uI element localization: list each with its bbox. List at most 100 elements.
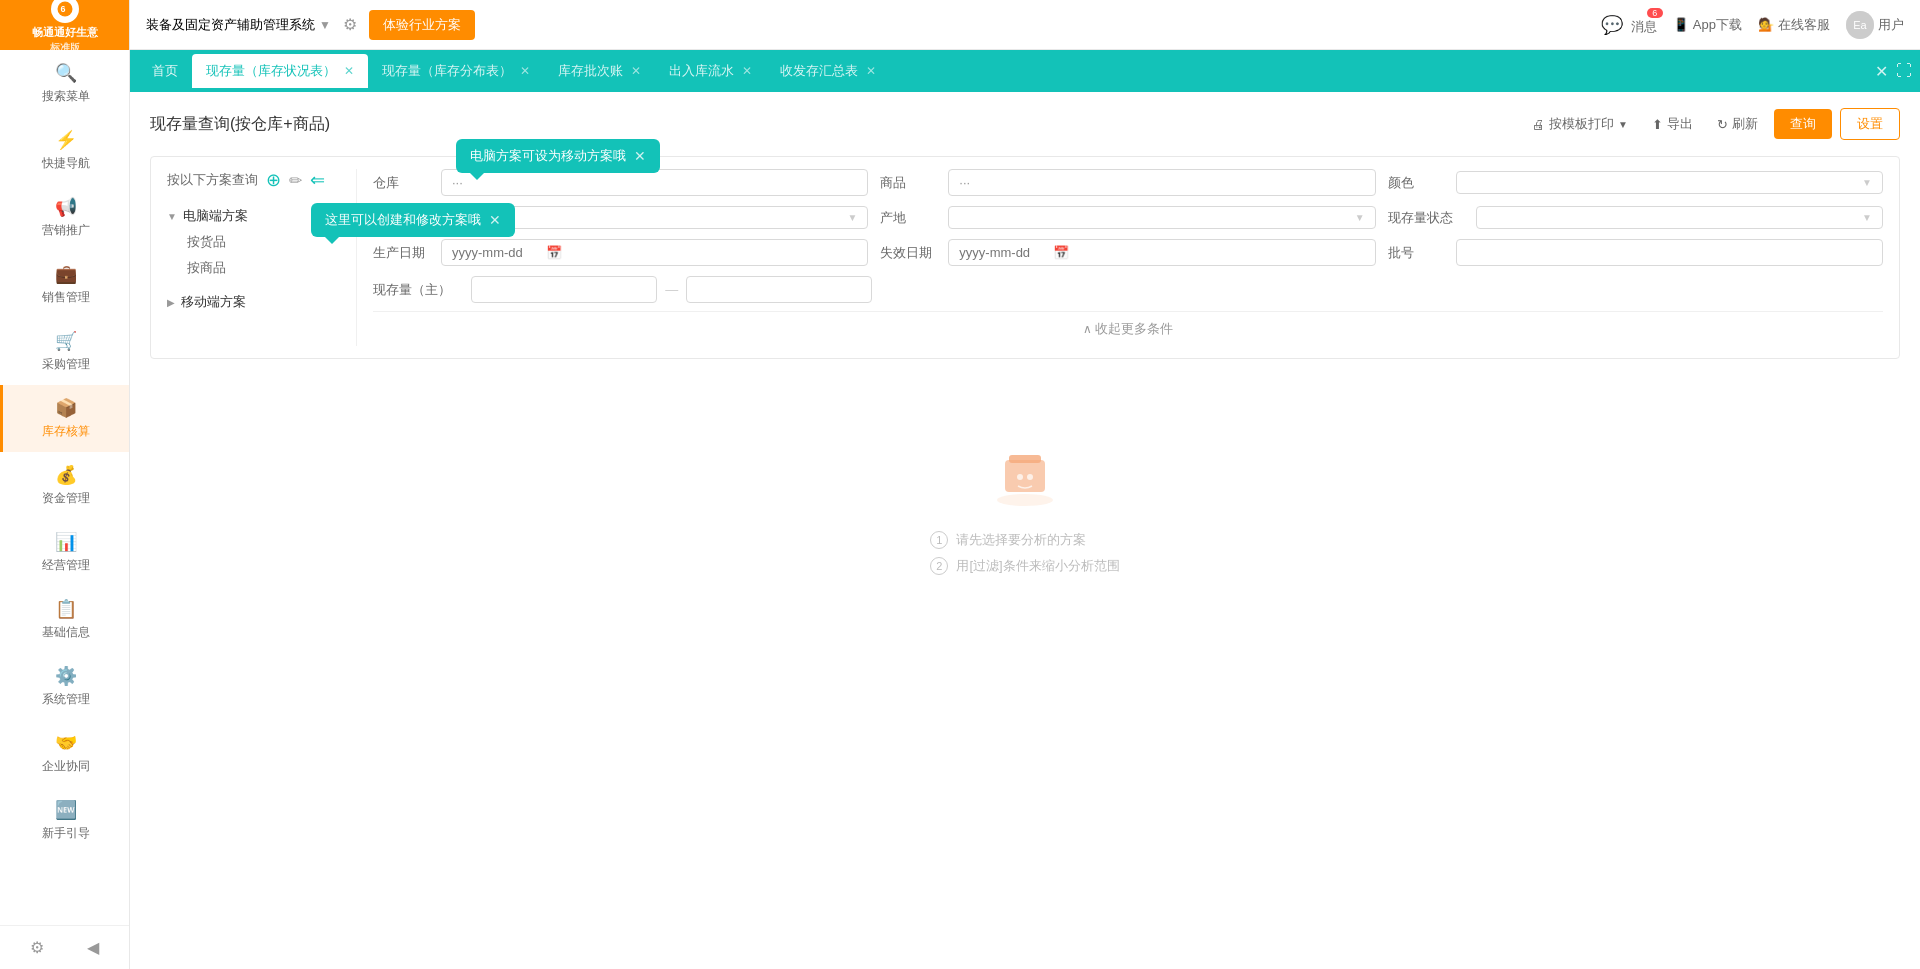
user-menu[interactable]: Ea 用户 <box>1846 11 1904 39</box>
filter-row-4: 现存量（主） — <box>373 276 1883 303</box>
tooltip-close-btn-2[interactable]: ✕ <box>489 212 501 228</box>
filter-field-warehouse: 仓库 ··· <box>373 169 868 196</box>
svg-point-6 <box>1027 474 1033 480</box>
production-date-input[interactable] <box>452 245 542 260</box>
tab-label: 现存量（库存分布表） <box>382 62 512 80</box>
tab-inventory-status[interactable]: 现存量（库存状况表） ✕ <box>192 54 368 88</box>
system-title-dropdown[interactable]: 装备及固定资产辅助管理系统 ▼ <box>146 16 331 34</box>
tab-close-icon[interactable]: ✕ <box>344 64 354 78</box>
sidebar-item-label: 系统管理 <box>42 691 90 708</box>
sidebar-item-inventory[interactable]: 📦 库存核算 <box>0 385 129 452</box>
online-service-btn[interactable]: 💁 在线客服 <box>1758 16 1830 34</box>
range-separator: — <box>665 282 678 297</box>
sidebar-item-label: 企业协同 <box>42 758 90 775</box>
sidebar-item-label: 销售管理 <box>42 289 90 306</box>
tab-inventory-dist[interactable]: 现存量（库存分布表） ✕ <box>368 54 544 88</box>
sidebar-logo: 6 畅通通好生意 标准版 <box>0 0 129 50</box>
svg-text:6: 6 <box>60 4 65 14</box>
sidebar-item-label: 快捷导航 <box>42 155 90 172</box>
sidebar-item-guide[interactable]: 🆕 新手引导 <box>0 787 129 854</box>
sidebar-item-marketing[interactable]: 📢 营销推广 <box>0 184 129 251</box>
warehouse-select[interactable]: ··· <box>441 169 868 196</box>
sidebar-item-sales[interactable]: 💼 销售管理 <box>0 251 129 318</box>
tab-close-icon[interactable]: ✕ <box>742 64 752 78</box>
sidebar-footer: ⚙ ◀ <box>0 925 129 969</box>
collapse-sidebar-icon[interactable]: ◀ <box>87 938 99 957</box>
trial-button[interactable]: 体验行业方案 <box>369 10 475 40</box>
settings-footer-icon[interactable]: ⚙ <box>30 938 44 957</box>
sidebar-item-operations[interactable]: 📊 经营管理 <box>0 519 129 586</box>
marketing-icon: 📢 <box>55 196 77 218</box>
app-download-btn[interactable]: 📱 App下载 <box>1673 16 1742 34</box>
sidebar-item-enterprise[interactable]: 🤝 企业协同 <box>0 720 129 787</box>
empty-step-2: 2 用[过滤]条件来缩小分析范围 <box>930 553 1119 579</box>
settings-icon[interactable]: ⚙ <box>343 15 357 34</box>
sidebar-item-basics[interactable]: 📋 基础信息 <box>0 586 129 653</box>
sidebar-item-quicknav[interactable]: ⚡ 快捷导航 <box>0 117 129 184</box>
status-chevron-icon: ▼ <box>1862 212 1872 223</box>
service-icon: 💁 <box>1758 17 1774 32</box>
product-select[interactable]: ··· <box>948 169 1375 196</box>
tab-home[interactable]: 首页 <box>138 54 192 88</box>
sidebar-item-purchase[interactable]: 🛒 采购管理 <box>0 318 129 385</box>
reset-button[interactable]: 设置 <box>1840 108 1900 140</box>
scheme-group-mobile-title[interactable]: ▶ 移动端方案 <box>167 289 344 315</box>
color-select[interactable]: ▼ <box>1456 171 1883 194</box>
step-1-label: 请先选择要分析的方案 <box>956 527 1086 553</box>
online-service-label: 在线客服 <box>1778 16 1830 34</box>
user-avatar: Ea <box>1846 11 1874 39</box>
collapse-bar[interactable]: ∧ 收起更多条件 <box>373 311 1883 346</box>
tab-receive-send[interactable]: 收发存汇总表 ✕ <box>766 54 890 88</box>
color-chevron-icon: ▼ <box>1862 177 1872 188</box>
sidebar-item-label: 资金管理 <box>42 490 90 507</box>
batch-input[interactable] <box>1456 239 1883 266</box>
tooltip-text-2: 这里可以创建和修改方案哦 <box>325 211 481 229</box>
production-date-picker[interactable]: 📅 <box>441 239 868 266</box>
quantity-max-input[interactable] <box>686 276 872 303</box>
tab-close-icon[interactable]: ✕ <box>866 64 876 78</box>
scheme-arrow-btn[interactable]: ⇐ <box>310 169 325 191</box>
query-button[interactable]: 查询 <box>1774 109 1832 139</box>
tab-close-icon[interactable]: ✕ <box>631 64 641 78</box>
scheme-group-mobile: ▶ 移动端方案 <box>167 289 344 315</box>
export-btn[interactable]: ⬆ 导出 <box>1644 111 1701 137</box>
sidebar-item-system[interactable]: ⚙️ 系统管理 <box>0 653 129 720</box>
expiry-date-input[interactable] <box>959 245 1049 260</box>
fullscreen-icon[interactable]: ⛶ <box>1896 62 1912 81</box>
page-title-bar: 现存量查询(按仓库+商品) 🖨 按模板打印 ▼ ⬆ 导出 ↻ 刷新 <box>150 108 1900 140</box>
svg-rect-4 <box>1009 455 1041 463</box>
status-select[interactable]: ▼ <box>1476 206 1883 229</box>
message-label: 消息 <box>1631 19 1657 34</box>
tab-close-icon[interactable]: ✕ <box>520 64 530 78</box>
origin-select[interactable]: ▼ <box>948 206 1375 229</box>
production-date-label: 生产日期 <box>373 244 433 262</box>
tooltip-close-btn-1[interactable]: ✕ <box>634 148 646 164</box>
refresh-btn[interactable]: ↻ 刷新 <box>1709 111 1766 137</box>
filter-row-2: 尺码 ▼ 产地 ▼ <box>373 206 1883 229</box>
user-name: 用户 <box>1878 16 1904 34</box>
svg-point-5 <box>1017 474 1023 480</box>
top-header-right: 💬 6 消息 📱 App下载 💁 在线客服 Ea 用户 <box>1601 11 1904 39</box>
notification-wrap[interactable]: 💬 6 消息 <box>1601 14 1657 36</box>
close-tab-icon[interactable]: ✕ <box>1875 62 1888 81</box>
group-label: 电脑端方案 <box>183 207 248 225</box>
basics-icon: 📋 <box>55 598 77 620</box>
sidebar-item-search[interactable]: 🔍 搜索菜单 <box>0 50 129 117</box>
tab-inout-flow[interactable]: 出入库流水 ✕ <box>655 54 766 88</box>
notification-badge: 6 <box>1647 8 1663 18</box>
search-icon: 🔍 <box>55 62 77 84</box>
expiry-date-picker[interactable]: 📅 <box>948 239 1375 266</box>
quantity-min-input[interactable] <box>471 276 657 303</box>
add-scheme-btn[interactable]: ⊕ <box>266 169 281 191</box>
scheme-item-product[interactable]: 按商品 <box>167 255 344 281</box>
edit-scheme-btn[interactable]: ✏ <box>289 171 302 190</box>
print-arrow-icon: ▼ <box>1618 119 1628 130</box>
tab-batch-ledger[interactable]: 库存批次账 ✕ <box>544 54 655 88</box>
content-area: 现存量查询(按仓库+商品) 🖨 按模板打印 ▼ ⬆ 导出 ↻ 刷新 <box>130 92 1920 969</box>
product-label: 商品 <box>880 174 940 192</box>
logo-text: 畅通通好生意 <box>32 25 98 40</box>
filter-field-expiry-date: 失效日期 📅 <box>880 239 1375 266</box>
sidebar-item-finance[interactable]: 💰 资金管理 <box>0 452 129 519</box>
print-template-btn[interactable]: 🖨 按模板打印 ▼ <box>1524 111 1636 137</box>
batch-label: 批号 <box>1388 244 1448 262</box>
